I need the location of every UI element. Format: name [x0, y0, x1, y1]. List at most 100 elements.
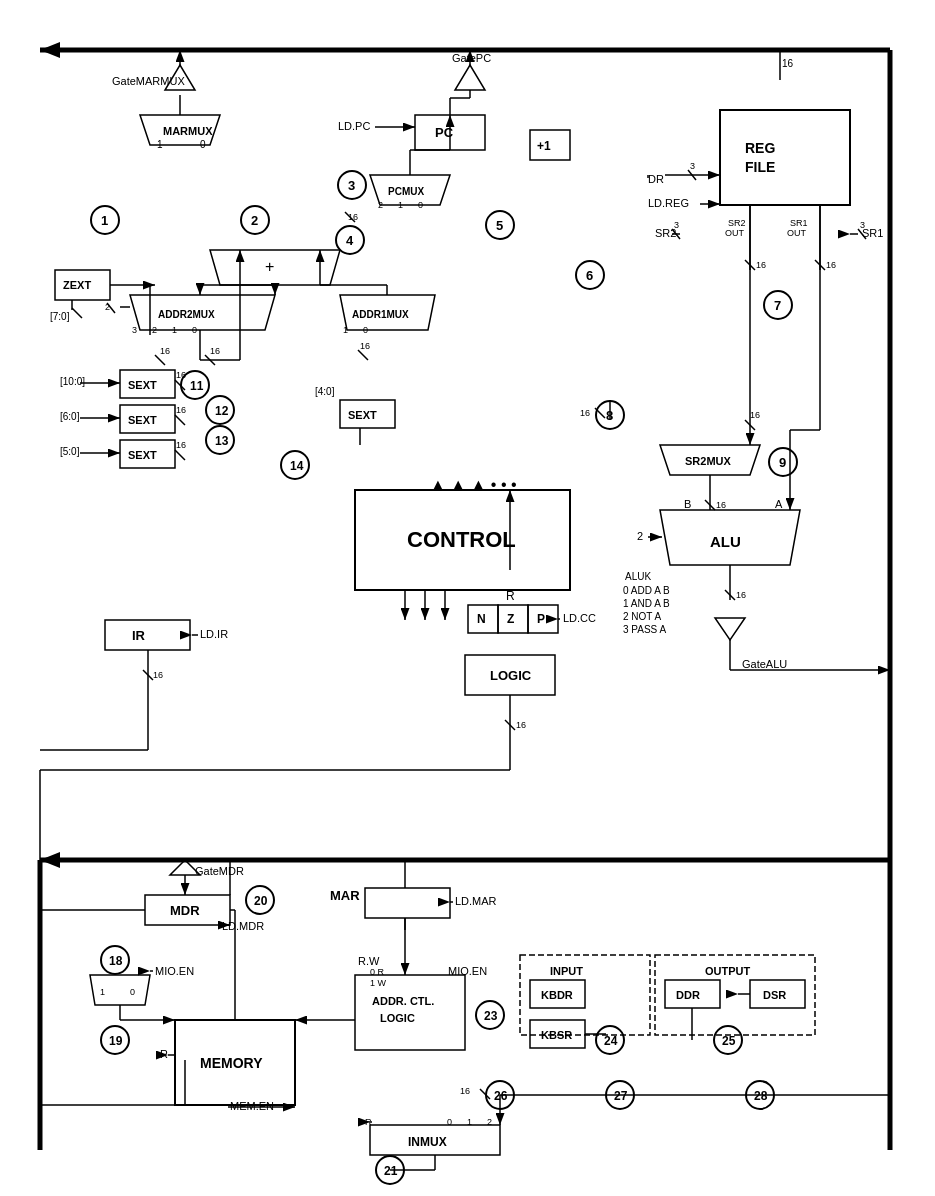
svg-text:SR2: SR2 [728, 218, 746, 228]
svg-text:16: 16 [736, 590, 746, 600]
svg-text:R: R [160, 1048, 168, 1060]
svg-text:OUT: OUT [725, 228, 745, 238]
svg-text:[10:0]: [10:0] [60, 376, 85, 387]
svg-text:FILE: FILE [745, 159, 775, 175]
svg-text:SR2MUX: SR2MUX [685, 455, 732, 467]
svg-text:Z: Z [507, 612, 514, 626]
svg-text:25: 25 [722, 1034, 736, 1048]
svg-text:1 W: 1 W [370, 978, 387, 988]
svg-line-141 [175, 415, 185, 425]
svg-text:1: 1 [172, 325, 177, 335]
svg-text:3 PASS A: 3 PASS A [623, 624, 667, 635]
svg-rect-34 [720, 110, 850, 205]
svg-text:1: 1 [467, 1117, 472, 1127]
svg-text:GateMARMUX: GateMARMUX [112, 75, 185, 87]
circuit-diagram: GateMARMUX GatePC MARMUX 1 0 1 PC LD.PC … [0, 0, 935, 1196]
svg-text:ZEXT: ZEXT [63, 279, 91, 291]
svg-text:2: 2 [152, 325, 157, 335]
svg-marker-9 [40, 852, 60, 868]
svg-text:MEM.EN: MEM.EN [230, 1100, 274, 1112]
svg-text:ALUK: ALUK [625, 571, 651, 582]
svg-text:16: 16 [153, 670, 163, 680]
svg-text:SR1: SR1 [790, 218, 808, 228]
svg-line-139 [175, 380, 185, 390]
svg-text:KBSR: KBSR [541, 1029, 572, 1041]
svg-text:28: 28 [754, 1089, 768, 1103]
svg-text:1 AND A B: 1 AND A B [623, 598, 670, 609]
svg-text:21: 21 [384, 1164, 398, 1178]
svg-text:18: 18 [109, 954, 123, 968]
svg-text:R.W: R.W [358, 955, 380, 967]
svg-text:16: 16 [516, 720, 526, 730]
svg-text:R: R [506, 589, 515, 603]
svg-text:0: 0 [192, 325, 197, 335]
svg-text:16: 16 [176, 440, 186, 450]
svg-text:1: 1 [398, 200, 403, 210]
svg-text:23: 23 [484, 1009, 498, 1023]
svg-text:6: 6 [586, 268, 593, 283]
svg-text:16: 16 [826, 260, 836, 270]
svg-text:MAR: MAR [330, 888, 360, 903]
svg-text:16: 16 [580, 408, 590, 418]
svg-text:LD.IR: LD.IR [200, 628, 228, 640]
svg-text:5: 5 [496, 218, 503, 233]
svg-text:2: 2 [378, 200, 383, 210]
svg-text:ALU: ALU [710, 533, 741, 550]
svg-text:▲ ▲ ▲ • • •: ▲ ▲ ▲ • • • [430, 476, 517, 493]
svg-text:GateALU: GateALU [742, 658, 787, 670]
svg-text:16: 16 [160, 346, 170, 356]
svg-text:[7:0]: [7:0] [50, 311, 70, 322]
svg-text:2: 2 [487, 1117, 492, 1127]
svg-line-106 [358, 350, 368, 360]
svg-text:1: 1 [100, 987, 105, 997]
diagram-container: GateMARMUX GatePC MARMUX 1 0 1 PC LD.PC … [0, 0, 935, 1196]
svg-text:16: 16 [210, 346, 220, 356]
svg-text:LD.CC: LD.CC [563, 612, 596, 624]
svg-text:A: A [775, 498, 783, 510]
svg-text:OUTPUT: OUTPUT [705, 965, 751, 977]
svg-text:SEXT: SEXT [128, 379, 157, 391]
svg-text:3: 3 [132, 325, 137, 335]
svg-text:ADDR2MUX: ADDR2MUX [158, 309, 215, 320]
svg-marker-176 [715, 618, 745, 640]
svg-text:0: 0 [130, 987, 135, 997]
svg-text:+1: +1 [537, 139, 551, 153]
svg-text:PC: PC [435, 125, 454, 140]
svg-text:+: + [265, 258, 274, 275]
svg-text:[6:0]: [6:0] [60, 411, 80, 422]
svg-text:P: P [537, 612, 545, 626]
svg-text:1: 1 [101, 213, 108, 228]
svg-text:[5:0]: [5:0] [60, 446, 80, 457]
svg-text:LOGIC: LOGIC [380, 1012, 415, 1024]
svg-text:INPUT: INPUT [550, 965, 583, 977]
svg-marker-13 [455, 65, 485, 90]
svg-text:7: 7 [774, 298, 781, 313]
svg-text:9: 9 [779, 455, 786, 470]
svg-text:SEXT: SEXT [348, 409, 377, 421]
svg-text:LD.MAR: LD.MAR [455, 895, 497, 907]
svg-line-289 [480, 1089, 490, 1099]
svg-text:MIO.EN: MIO.EN [448, 965, 487, 977]
svg-text:14: 14 [290, 459, 304, 473]
svg-text:[4:0]: [4:0] [315, 386, 335, 397]
svg-text:11: 11 [190, 379, 204, 393]
svg-text:DR: DR [648, 173, 664, 185]
svg-text:3: 3 [690, 161, 695, 171]
svg-text:OUT: OUT [787, 228, 807, 238]
svg-text:1: 1 [157, 139, 163, 150]
svg-text:REG: REG [745, 140, 775, 156]
svg-text:16: 16 [460, 1086, 470, 1096]
svg-text:3: 3 [674, 220, 679, 230]
svg-text:GateMDR: GateMDR [195, 865, 244, 877]
svg-text:SEXT: SEXT [128, 449, 157, 461]
svg-text:16: 16 [716, 500, 726, 510]
svg-text:16: 16 [782, 58, 794, 69]
svg-text:GatePC: GatePC [452, 52, 491, 64]
svg-text:3: 3 [860, 220, 865, 230]
svg-text:MARMUX: MARMUX [163, 125, 213, 137]
svg-text:ADDR. CTL.: ADDR. CTL. [372, 995, 434, 1007]
svg-text:INMUX: INMUX [408, 1135, 447, 1149]
svg-text:2: 2 [637, 530, 643, 542]
svg-text:LOGIC: LOGIC [490, 668, 532, 683]
svg-line-143 [175, 450, 185, 460]
